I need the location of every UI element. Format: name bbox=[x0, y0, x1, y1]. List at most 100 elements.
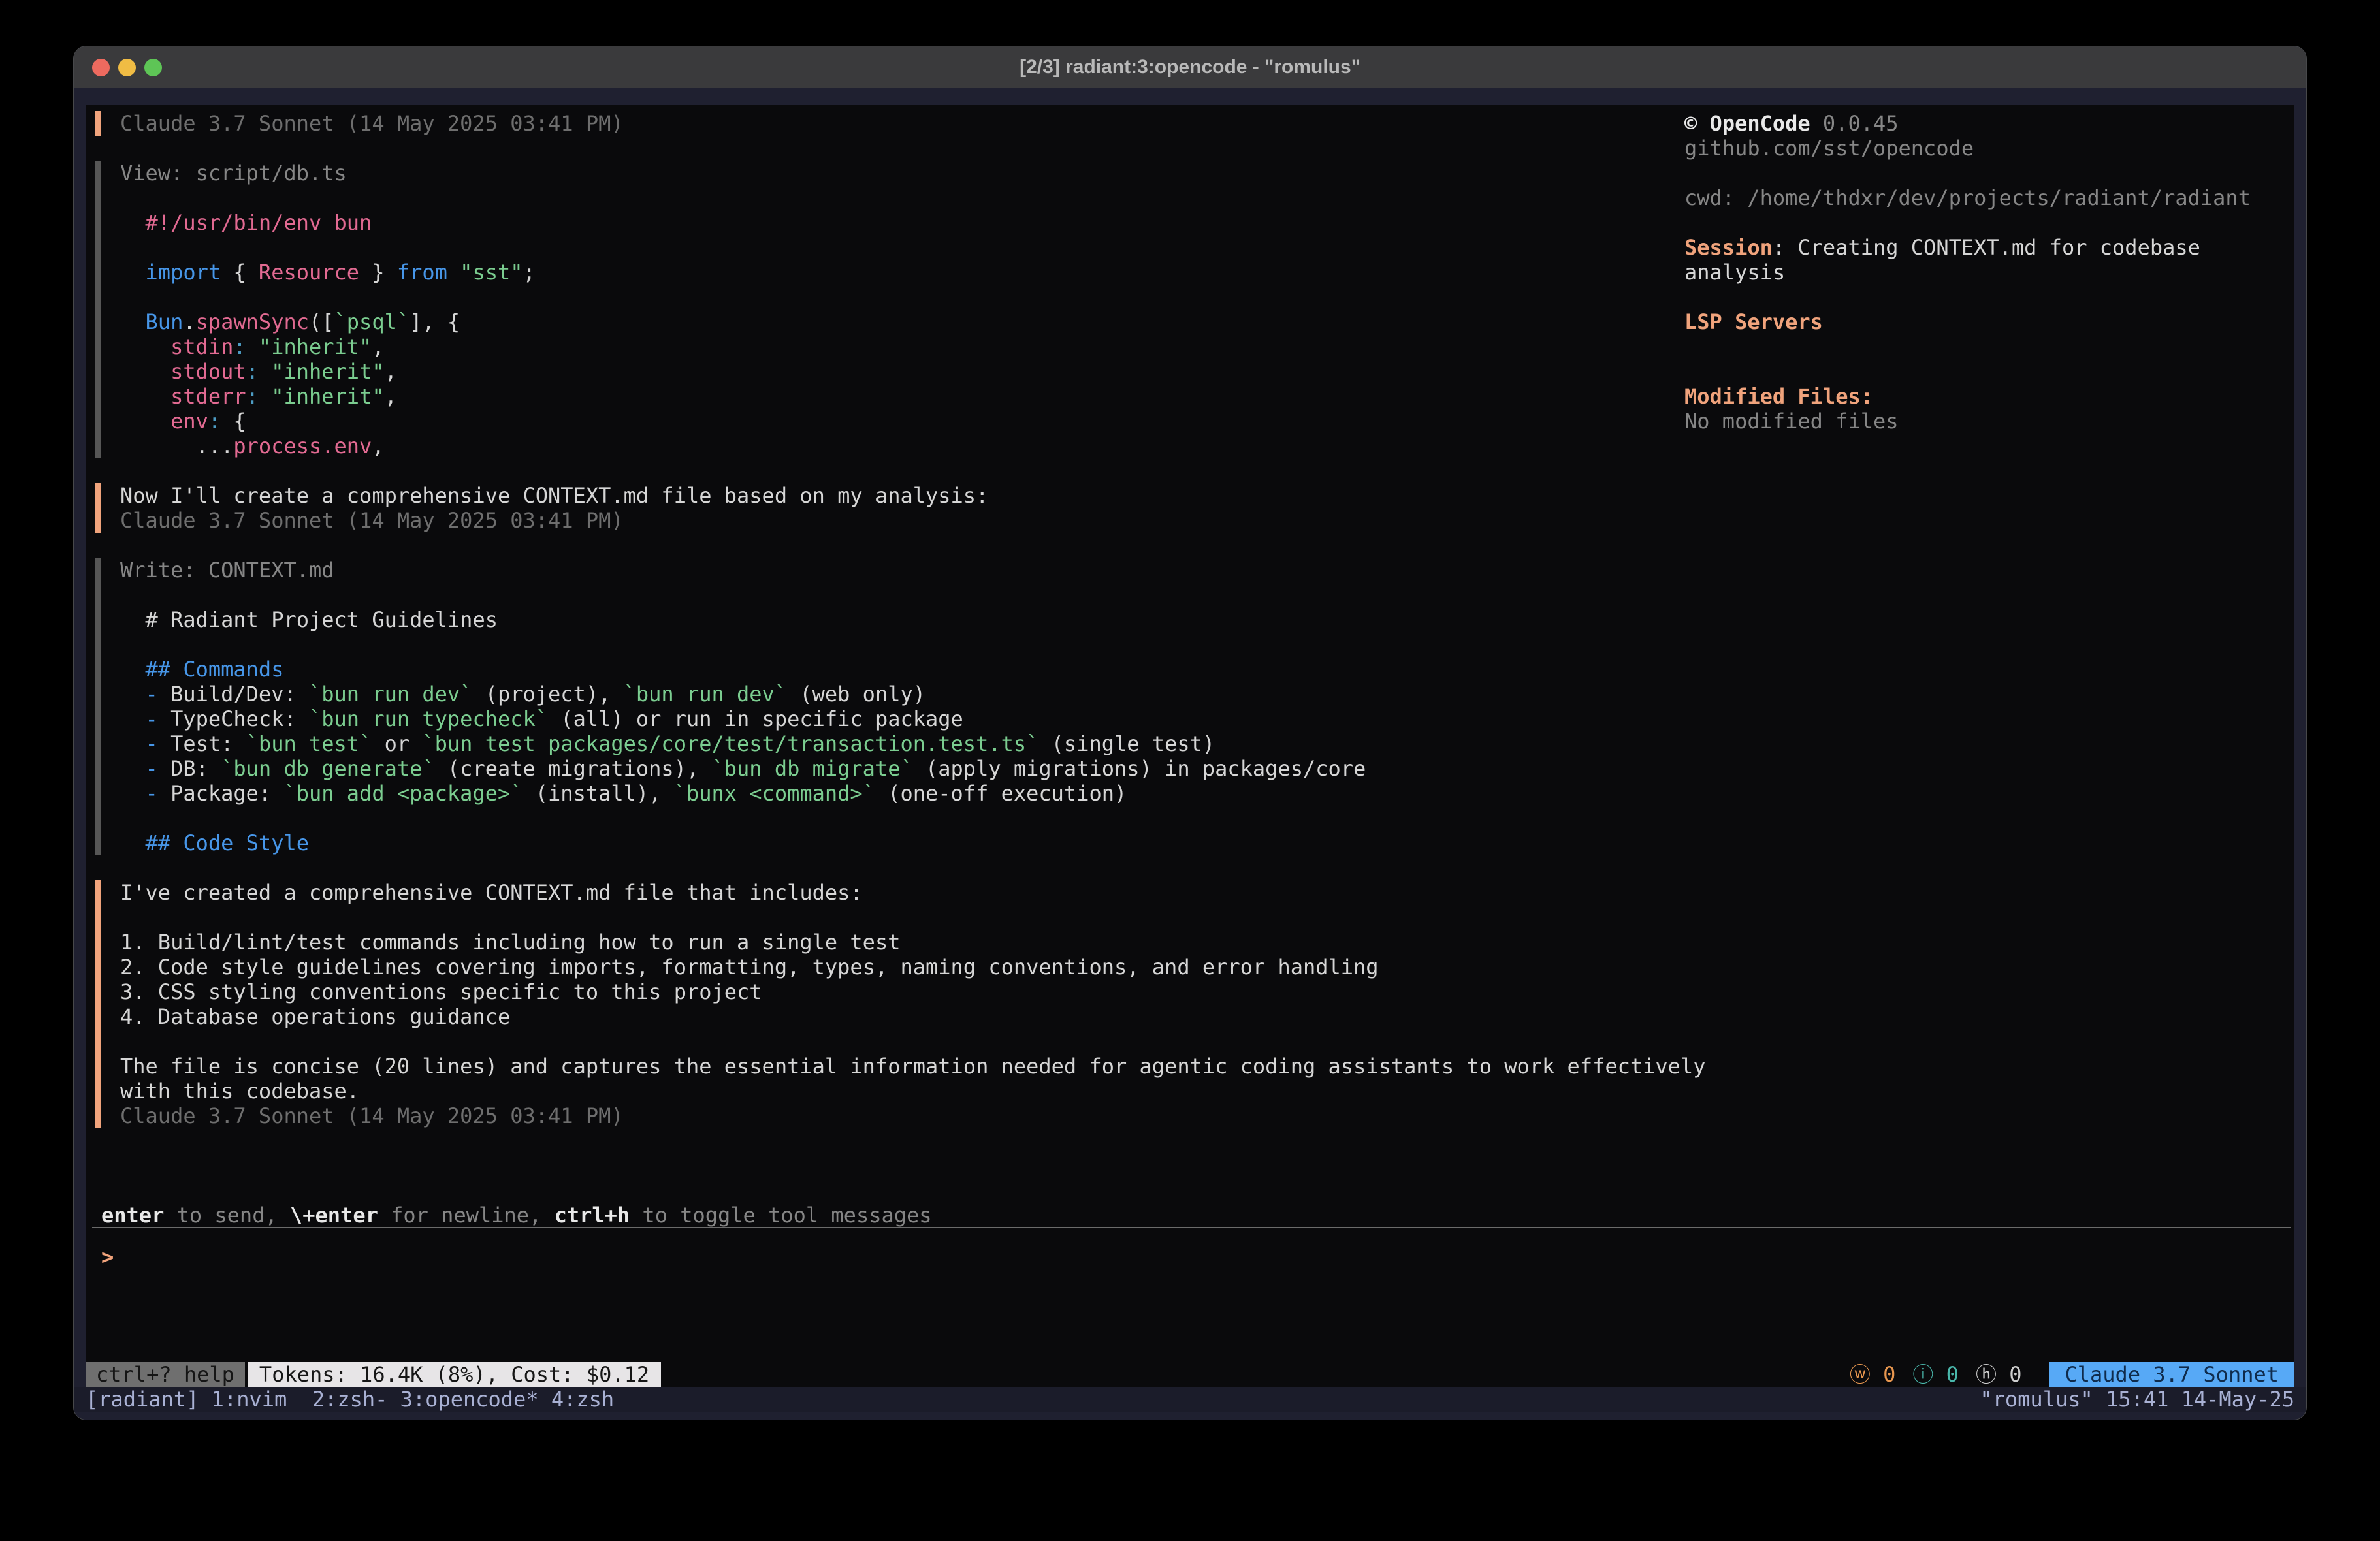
text-segment: : bbox=[246, 384, 259, 409]
tokens-cost-status: Tokens: 16.4K (8%), Cost: $0.12 bbox=[248, 1362, 661, 1387]
chat-line: 2. Code style guidelines covering import… bbox=[120, 955, 1705, 979]
text-segment: - bbox=[146, 682, 158, 707]
sidebar-line: LSP Servers bbox=[1684, 310, 2292, 334]
text-segment: 3. CSS styling conventions specific to t… bbox=[120, 979, 762, 1004]
tmux-window-tab[interactable]: 3:opencode* bbox=[400, 1387, 551, 1412]
chat-line: ## Code Style bbox=[120, 831, 1705, 855]
text-segment bbox=[120, 334, 170, 359]
text-segment: `bunx <command>` bbox=[674, 781, 875, 806]
text-segment: , bbox=[372, 334, 384, 359]
text-segment: OpenCode bbox=[1710, 111, 1810, 136]
text-segment: (project), bbox=[472, 682, 623, 707]
text-segment: "inherit" bbox=[271, 359, 384, 384]
text-segment: Claude 3.7 Sonnet (14 May 2025 03:41 PM) bbox=[120, 111, 624, 136]
text-segment bbox=[447, 260, 460, 285]
terminal-window: [2/3] radiant:3:opencode - "romulus" Cla… bbox=[73, 46, 2307, 1420]
chat-line bbox=[120, 632, 1705, 657]
text-segment: `bun db migrate` bbox=[711, 756, 912, 781]
minimize-button[interactable] bbox=[118, 59, 136, 76]
diagnostic-gray-count: ⓗ 0 bbox=[1976, 1362, 2022, 1387]
chat-line: - Test: `bun test` or `bun test packages… bbox=[120, 731, 1705, 756]
text-segment: 0.0.45 bbox=[1810, 111, 1899, 136]
chat-line: 1. Build/lint/test commands including ho… bbox=[120, 930, 1705, 955]
text-segment: Session bbox=[1684, 235, 1773, 260]
zoom-button[interactable] bbox=[144, 59, 162, 76]
chat-line: Claude 3.7 Sonnet (14 May 2025 03:41 PM) bbox=[120, 111, 1705, 136]
text-segment: (install), bbox=[523, 781, 674, 806]
text-segment: or bbox=[372, 731, 422, 756]
prompt-input[interactable]: > bbox=[101, 1245, 114, 1269]
text-segment: I've created a comprehensive CONTEXT.md … bbox=[120, 880, 863, 905]
text-segment: LSP Servers bbox=[1684, 310, 1823, 334]
text-segment: ], { bbox=[410, 310, 460, 334]
chat-line: import { Resource } from "sst"; bbox=[120, 260, 1705, 285]
opencode-app: Claude 3.7 Sonnet (14 May 2025 03:41 PM)… bbox=[86, 105, 2294, 1387]
assistant-message-block: I've created a comprehensive CONTEXT.md … bbox=[95, 880, 1705, 1128]
chat-line: Write: CONTEXT.md bbox=[120, 558, 1705, 582]
text-segment: } bbox=[359, 260, 397, 285]
text-segment bbox=[120, 682, 146, 707]
text-segment: : bbox=[233, 334, 246, 359]
sidebar-line: No modified files bbox=[1684, 409, 2292, 434]
sidebar-line bbox=[1684, 334, 2292, 359]
tmux-session-name: [radiant] bbox=[86, 1387, 199, 1412]
text-segment: enter bbox=[101, 1203, 164, 1228]
chat-line: - Package: `bun add <package>` (install)… bbox=[120, 781, 1705, 806]
chat-line: env: { bbox=[120, 409, 1705, 434]
text-segment: ... bbox=[120, 434, 233, 458]
text-segment: TypeCheck: bbox=[158, 707, 309, 731]
text-segment: env bbox=[170, 409, 208, 434]
text-segment: stderr bbox=[170, 384, 246, 409]
keybinding-hint: enter to send, \+enter for newline, ctrl… bbox=[101, 1203, 932, 1228]
text-segment bbox=[246, 334, 259, 359]
text-segment: DB: bbox=[158, 756, 221, 781]
tool-call-block: View: script/db.ts #!/usr/bin/env bun im… bbox=[95, 161, 1705, 458]
text-segment bbox=[120, 781, 146, 806]
status-bar: ctrl+? help Tokens: 16.4K (8%), Cost: $0… bbox=[86, 1362, 2294, 1387]
text-segment: import bbox=[146, 260, 221, 285]
tmux-windows: 1:nvim 2:zsh- 3:opencode* 4:zsh bbox=[199, 1387, 626, 1412]
text-segment: ([ bbox=[309, 310, 334, 334]
text-segment: (create migrations), bbox=[435, 756, 712, 781]
diagnostics-counters: ⓦ 0ⓘ 0ⓗ 0 bbox=[1850, 1362, 2022, 1387]
help-button[interactable]: ctrl+? help bbox=[86, 1362, 245, 1387]
text-segment bbox=[120, 310, 146, 334]
tmux-left: [radiant] 1:nvim 2:zsh- 3:opencode* 4:zs… bbox=[86, 1387, 626, 1412]
chat-line: 3. CSS styling conventions specific to t… bbox=[120, 979, 1705, 1004]
sidebar-line: Session: Creating CONTEXT.md for codebas… bbox=[1684, 235, 2292, 260]
text-segment: { bbox=[221, 409, 246, 434]
sidebar-line: github.com/sst/opencode bbox=[1684, 136, 2292, 161]
tmux-window-tab[interactable]: 1:nvim bbox=[212, 1387, 312, 1412]
text-segment: Package: bbox=[158, 781, 284, 806]
text-segment: 2. Code style guidelines covering import… bbox=[120, 955, 1379, 979]
text-segment: with this codebase. bbox=[120, 1079, 359, 1104]
text-segment: from bbox=[397, 260, 447, 285]
text-segment: Claude 3.7 Sonnet (14 May 2025 03:41 PM) bbox=[120, 1104, 624, 1128]
terminal-content: Claude 3.7 Sonnet (14 May 2025 03:41 PM)… bbox=[74, 88, 2306, 1420]
window-titlebar[interactable]: [2/3] radiant:3:opencode - "romulus" bbox=[74, 46, 2306, 88]
close-button[interactable] bbox=[92, 59, 110, 76]
text-segment: , bbox=[385, 359, 397, 384]
chat-line: Claude 3.7 Sonnet (14 May 2025 03:41 PM) bbox=[120, 508, 1705, 533]
tool-call-block: Write: CONTEXT.md # Radiant Project Guid… bbox=[95, 558, 1705, 855]
text-segment bbox=[120, 756, 146, 781]
chat-line: #!/usr/bin/env bun bbox=[120, 210, 1705, 235]
chat-line: stdin: "inherit", bbox=[120, 334, 1705, 359]
chat-line: Bun.spawnSync([`psql`], { bbox=[120, 310, 1705, 334]
sidebar: © OpenCode 0.0.45github.com/sst/opencode… bbox=[1684, 111, 2292, 434]
text-segment bbox=[120, 731, 146, 756]
text-segment: { bbox=[221, 260, 259, 285]
prompt-symbol: > bbox=[101, 1245, 114, 1269]
chat: Claude 3.7 Sonnet (14 May 2025 03:41 PM)… bbox=[95, 111, 1705, 1153]
tmux-window-tab[interactable]: 2:zsh- bbox=[312, 1387, 400, 1412]
model-badge[interactable]: Claude 3.7 Sonnet bbox=[2049, 1362, 2294, 1387]
text-segment: 1. Build/lint/test commands including ho… bbox=[120, 930, 900, 955]
text-segment bbox=[120, 707, 146, 731]
chat-line: ## Commands bbox=[120, 657, 1705, 682]
text-segment: Write: CONTEXT.md bbox=[120, 558, 334, 582]
tmux-window-tab[interactable]: 4:zsh bbox=[551, 1387, 627, 1412]
text-segment: for newline, bbox=[378, 1203, 555, 1228]
diagnostic-teal-count: ⓘ 0 bbox=[1912, 1362, 1959, 1387]
sidebar-line: Modified Files: bbox=[1684, 384, 2292, 409]
text-segment: 4. Database operations guidance bbox=[120, 1004, 510, 1029]
